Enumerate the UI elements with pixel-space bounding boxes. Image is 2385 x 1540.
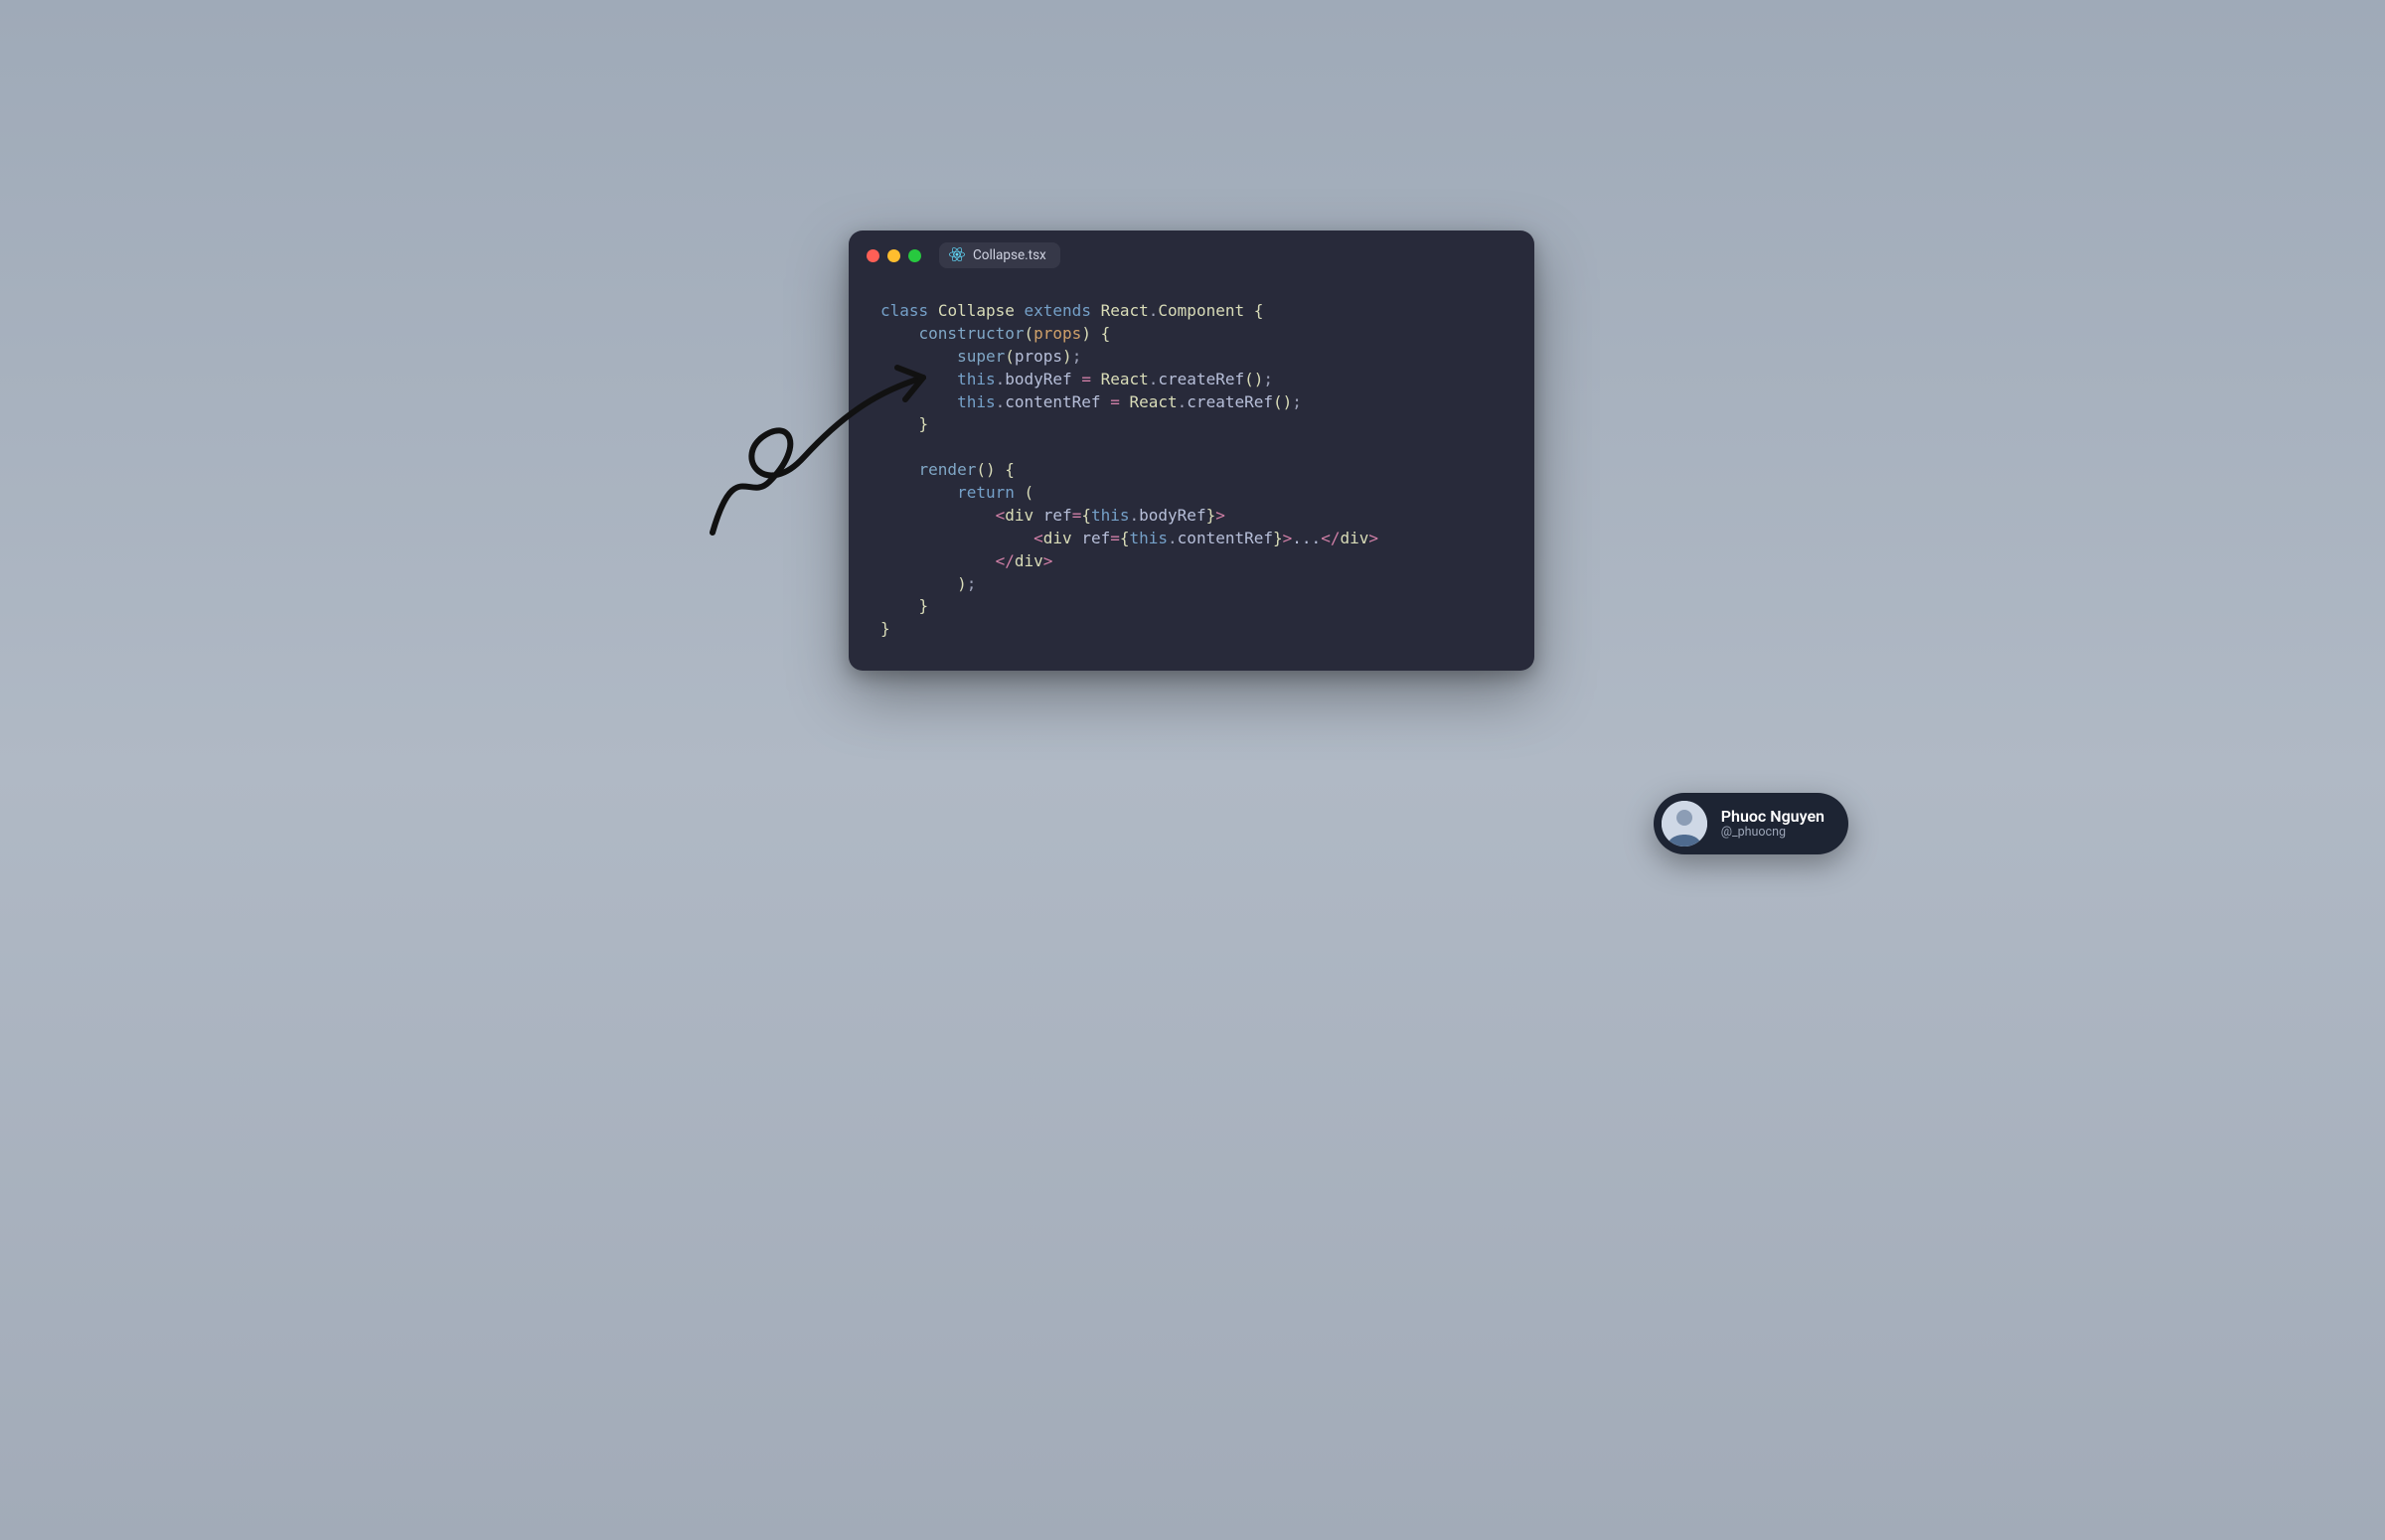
code-window: Collapse.tsx class Collapse extends Reac… — [849, 231, 1534, 671]
code-block: class Collapse extends React.Component {… — [849, 278, 1534, 671]
author-text: Phuoc Nguyen @_phuocng — [1721, 808, 1825, 841]
avatar — [1662, 801, 1707, 847]
author-badge[interactable]: Phuoc Nguyen @_phuocng — [1654, 793, 1848, 854]
author-name: Phuoc Nguyen — [1721, 808, 1825, 826]
traffic-light-close-icon[interactable] — [867, 249, 879, 262]
react-icon — [949, 247, 965, 263]
titlebar: Collapse.tsx — [849, 231, 1534, 278]
traffic-light-zoom-icon[interactable] — [908, 249, 921, 262]
author-handle: @_phuocng — [1721, 826, 1825, 840]
file-tab[interactable]: Collapse.tsx — [939, 242, 1060, 268]
tab-label: Collapse.tsx — [973, 247, 1046, 263]
traffic-light-minimize-icon[interactable] — [887, 249, 900, 262]
traffic-lights — [867, 249, 921, 262]
